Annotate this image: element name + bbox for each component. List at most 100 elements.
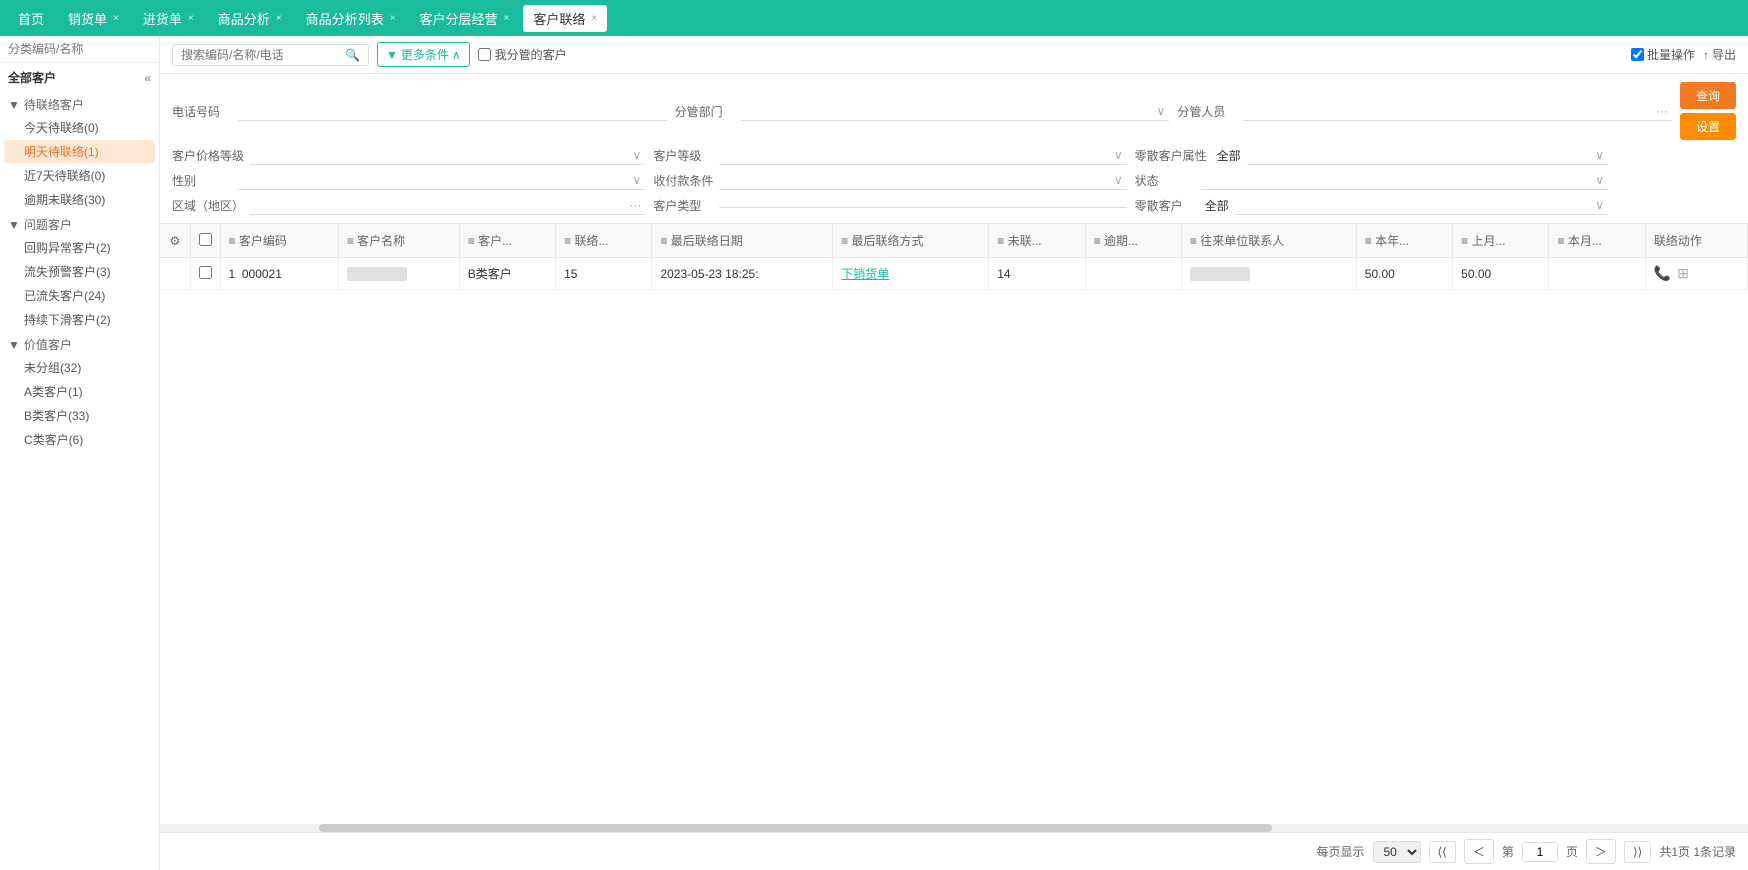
nav-item-customer-tier[interactable]: 客户分层经营×	[409, 5, 519, 32]
contact-action-label: 联络动作	[1654, 234, 1702, 248]
nav-close-purchase[interactable]: ×	[188, 13, 194, 24]
person-dots-icon[interactable]: ···	[1656, 104, 1668, 118]
area-select[interactable]: ···	[250, 196, 645, 215]
sidebar-item-today[interactable]: 今天待联络(0)	[4, 116, 155, 139]
sidebar-search-area: 🔍	[0, 36, 159, 63]
setting-button[interactable]: 设置	[1680, 113, 1736, 140]
sidebar-item-class-b[interactable]: B类客户(33)	[4, 404, 155, 427]
phone-input[interactable]	[238, 102, 667, 121]
header-overdue[interactable]: ≡ 逾期...	[1085, 224, 1181, 258]
toolbar-right: 批量操作 ↑ 导出	[1631, 46, 1736, 63]
prev-page-button[interactable]: ＜	[1464, 839, 1494, 864]
last-method-link-0[interactable]: 下销货单	[841, 267, 889, 281]
last-page-button[interactable]: ⟩⟩	[1624, 841, 1651, 863]
nav-item-sales[interactable]: 销货单×	[58, 5, 129, 32]
area-dots-icon[interactable]: ···	[629, 198, 641, 212]
sidebar-item-ungrouped[interactable]: 未分组(32)	[4, 356, 155, 379]
customer-code-label: ≡ 客户编码	[229, 234, 287, 248]
horizontal-scrollbar[interactable]	[160, 824, 1748, 832]
header-this-month[interactable]: ≡ 本月...	[1549, 224, 1645, 258]
header-this-year[interactable]: ≡ 本年...	[1356, 224, 1452, 258]
page-number-input[interactable]	[1522, 842, 1558, 862]
nav-item-customer-contact[interactable]: 客户联络×	[523, 5, 607, 32]
retail-attr-field: 零散客户属性 全部 ∨	[1135, 146, 1608, 165]
sidebar-item-class-a[interactable]: A类客户(1)	[4, 380, 155, 403]
action-grid-icon-0[interactable]: ⊞	[1677, 265, 1689, 282]
search-icon[interactable]: 🔍	[345, 48, 360, 62]
page-size-select[interactable]: 50	[1373, 841, 1421, 863]
customer-type-select[interactable]	[719, 203, 1126, 208]
sidebar-item-churned[interactable]: 已流失客户(24)	[4, 284, 155, 307]
header-customer-code[interactable]: ≡ 客户编码	[220, 224, 338, 258]
nav-item-purchase[interactable]: 进货单×	[133, 5, 204, 32]
nav-close-customer-contact[interactable]: ×	[591, 13, 597, 24]
sidebar-item-declining[interactable]: 持续下滑客户(2)	[4, 308, 155, 331]
customer-level-select[interactable]: ∨	[719, 146, 1126, 165]
header-last-contact-method[interactable]: ≡ 最后联络方式	[833, 224, 989, 258]
area-label: 区域（地区）	[172, 197, 244, 214]
sidebar-search-input[interactable]	[8, 42, 160, 56]
table-header: ⚙ ≡ 客户编码 ≡ 客户名称 ≡ 客户... ≡ 联络...	[160, 224, 1748, 258]
nav-item-product-analysis[interactable]: 商品分析×	[208, 5, 292, 32]
filter-panel: 电话号码 分管部门 ∨ 分管人员 ··· 查询 设置	[160, 74, 1748, 224]
price-level-select[interactable]: ∨	[250, 146, 645, 165]
person-select[interactable]: ···	[1243, 102, 1672, 121]
nav-close-product-analysis[interactable]: ×	[276, 13, 282, 24]
first-page-button[interactable]: ⟨⟨	[1429, 841, 1456, 863]
gender-select[interactable]: ∨	[238, 171, 645, 190]
dept-select[interactable]: ∨	[741, 102, 1170, 121]
my-customer-checkbox[interactable]	[478, 48, 491, 61]
header-contact-count[interactable]: ≡ 联络...	[556, 224, 652, 258]
dept-field: 分管部门 ∨	[675, 102, 1170, 121]
total-info: 共1页 1条记录	[1659, 843, 1736, 860]
search-input[interactable]	[181, 48, 341, 62]
payment-select[interactable]: ∨	[719, 171, 1126, 190]
retail-attr-select[interactable]: ∨	[1247, 146, 1608, 165]
retail-customer-value: 全部	[1205, 197, 1229, 214]
header-contact-person[interactable]: ≡ 往来单位联系人	[1181, 224, 1356, 258]
customer-type-col-label: ≡ 客户...	[468, 234, 512, 248]
sidebar-item-churn-warning[interactable]: 流失预警客户(3)	[4, 260, 155, 283]
payment-field: 收付款条件 ∨	[653, 171, 1126, 190]
sidebar-item-repurchase-abnormal[interactable]: 回购异常客户(2)	[4, 236, 155, 259]
sidebar-group-title-1[interactable]: ▼问题客户	[0, 212, 159, 235]
nav-close-customer-tier[interactable]: ×	[503, 13, 509, 24]
header-last-contact-date[interactable]: ≡ 最后联络日期	[652, 224, 833, 258]
row-last-date-0: 2023-05-23 18:25:	[652, 258, 833, 290]
price-level-field: 客户价格等级 ∨	[172, 146, 645, 165]
header-settings[interactable]: ⚙	[160, 224, 190, 258]
action-phone-icon-0[interactable]: 📞	[1654, 265, 1671, 282]
top-navigation: 首页销货单×进货单×商品分析×商品分析列表×客户分层经营×客户联络×	[0, 0, 1748, 36]
sidebar-item-class-c[interactable]: C类客户(6)	[4, 428, 155, 451]
sidebar-group-title-2[interactable]: ▼价值客户	[0, 332, 159, 355]
status-select[interactable]: ∨	[1201, 171, 1608, 190]
row-check-0[interactable]	[199, 266, 212, 279]
sidebar-group-title-0[interactable]: ▼待联络客户	[0, 92, 159, 115]
select-all-checkbox[interactable]	[199, 233, 212, 246]
filter-row-4: 区域（地区） ··· 客户类型 零散客户 全部 ∨	[172, 196, 1736, 215]
export-button[interactable]: ↑ 导出	[1703, 46, 1736, 63]
sidebar-item-tomorrow[interactable]: 明天待联络(1)	[4, 140, 155, 163]
query-button[interactable]: 查询	[1680, 82, 1736, 109]
overdue-label: ≡ 逾期...	[1094, 234, 1138, 248]
nav-close-product-analysis-list[interactable]: ×	[390, 13, 396, 24]
export-label: 导出	[1712, 46, 1736, 63]
batch-operate-button[interactable]: 批量操作	[1631, 46, 1695, 63]
sidebar-item-week[interactable]: 近7天待联络(0)	[4, 164, 155, 187]
header-last-month[interactable]: ≡ 上月...	[1453, 224, 1549, 258]
nav-item-home[interactable]: 首页	[8, 5, 54, 32]
sidebar-item-overdue[interactable]: 逾期未联络(30)	[4, 188, 155, 211]
header-customer-name[interactable]: ≡ 客户名称	[338, 224, 459, 258]
all-customers-header[interactable]: 全部客户 «	[0, 63, 159, 92]
header-uncontacted[interactable]: ≡ 未联...	[989, 224, 1085, 258]
nav-item-product-analysis-list[interactable]: 商品分析列表×	[296, 5, 406, 32]
next-page-button[interactable]: ＞	[1586, 839, 1616, 864]
nav-close-sales[interactable]: ×	[113, 13, 119, 24]
row-last-method-0: 下销货单	[833, 258, 989, 290]
batch-checkbox[interactable]	[1631, 48, 1644, 61]
header-checkbox-col	[190, 224, 220, 258]
more-filter-button[interactable]: ▼ 更多条件 ∧	[377, 42, 470, 67]
header-customer-type[interactable]: ≡ 客户...	[459, 224, 555, 258]
scroll-thumb[interactable]	[319, 824, 1272, 832]
retail-customer-select[interactable]: ∨	[1235, 196, 1608, 215]
